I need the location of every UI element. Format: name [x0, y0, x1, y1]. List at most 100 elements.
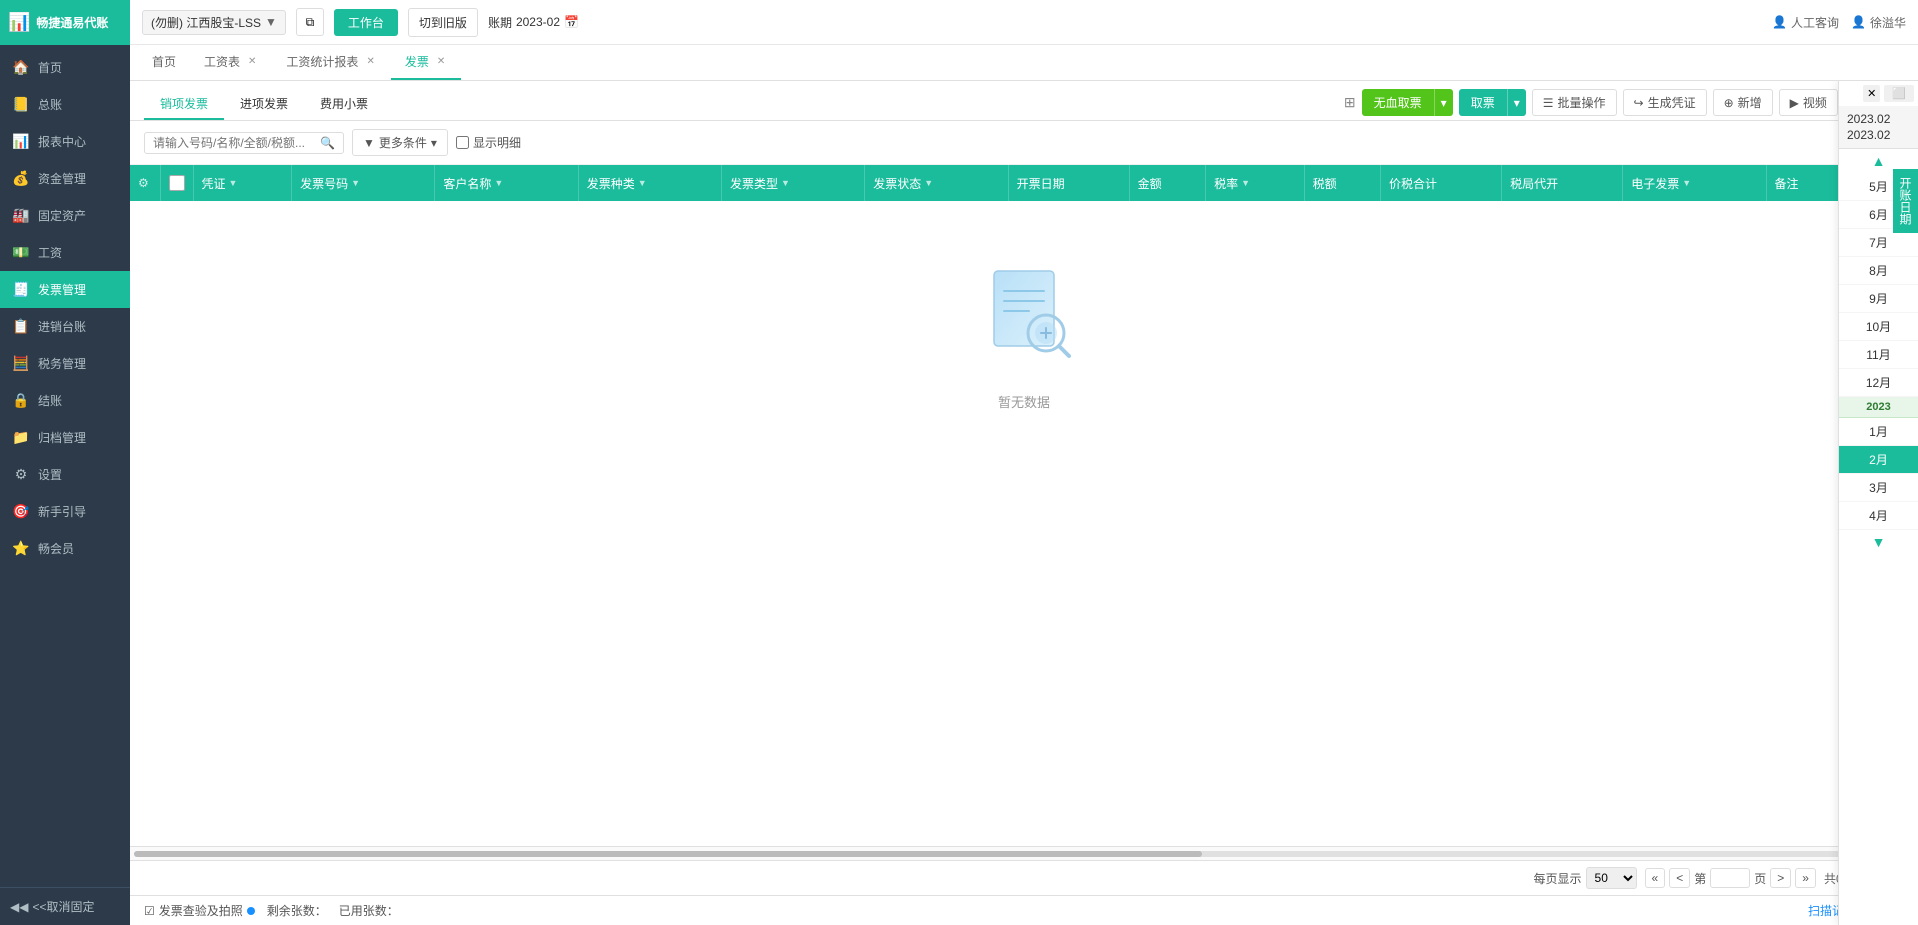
archive-icon: 📁 — [12, 429, 30, 446]
voucher-filter-icon[interactable]: ▼ — [229, 178, 238, 188]
invoice-table: ⚙ 凭证▼ 发票号码▼ 客户名称▼ — [130, 165, 1918, 201]
month-3[interactable]: 3月 — [1839, 474, 1918, 502]
col-settings-icon[interactable]: ⚙ — [138, 176, 149, 190]
sidebar-item-close-period[interactable]: 🔒 结账 — [0, 382, 130, 419]
customer-filter-icon[interactable]: ▼ — [494, 178, 503, 188]
date-panel-expand-btn[interactable]: ⬜ — [1884, 85, 1914, 102]
month-9[interactable]: 9月 — [1839, 285, 1918, 313]
no-match-ticket-btn[interactable]: 无血取票 — [1362, 89, 1434, 116]
next-page-btn[interactable]: > — [1770, 868, 1791, 888]
workspace-button[interactable]: 工作台 — [334, 9, 398, 36]
app-logo: 📊 畅捷通易代账 — [0, 0, 130, 45]
month-11[interactable]: 11月 — [1839, 341, 1918, 369]
home-icon: 🏠 — [12, 59, 30, 76]
tab-payroll-close[interactable]: ✕ — [246, 55, 258, 68]
more-filter-btn[interactable]: ▼ 更多条件 ▾ — [352, 129, 448, 156]
open-period-btn[interactable]: 开账日期 — [1893, 169, 1918, 233]
invoice-no-filter-icon[interactable]: ▼ — [351, 178, 360, 188]
subtab-purchase[interactable]: 进项发票 — [224, 89, 304, 120]
video-icon: ▶ — [1790, 96, 1799, 110]
select-all-checkbox[interactable] — [169, 175, 185, 191]
col-remark: 备注 — [1766, 165, 1842, 201]
sidebar-item-settings[interactable]: ⚙ 设置 — [0, 456, 130, 493]
search-input[interactable] — [153, 136, 316, 150]
month-4[interactable]: 4月 — [1839, 502, 1918, 530]
take-ticket-btn[interactable]: 取票 — [1459, 89, 1507, 116]
user-avatar[interactable]: 👤 徐溢华 — [1851, 14, 1906, 31]
first-page-btn[interactable]: « — [1645, 868, 1666, 888]
help-btn[interactable]: 👤 人工客询 — [1772, 14, 1839, 31]
sidebar-item-payroll[interactable]: 💵 工资 — [0, 234, 130, 271]
collapse-label: <<取消固定 — [32, 898, 94, 915]
take-ticket-dropdown[interactable]: ▾ — [1507, 89, 1526, 116]
tax-rate-filter-icon[interactable]: ▼ — [1241, 178, 1250, 188]
sidebar-item-home[interactable]: 🏠 首页 — [0, 49, 130, 86]
sidebar-collapse-btn[interactable]: ◀◀ <<取消固定 — [10, 898, 120, 915]
show-detail-checkbox[interactable] — [456, 136, 469, 149]
search-icon[interactable]: 🔍 — [320, 136, 335, 150]
tab-payroll-stat-close[interactable]: ✕ — [364, 55, 376, 68]
col-invoice-type: 发票种类▼ — [578, 165, 721, 201]
invoice-status-filter-icon[interactable]: ▼ — [924, 178, 933, 188]
sidebar-item-fixed-assets[interactable]: 🏭 固定资产 — [0, 197, 130, 234]
company-selector[interactable]: (勿删) 江西股宝-LSS ▼ — [142, 10, 286, 35]
collapse-icon: ◀◀ — [10, 900, 28, 914]
sidebar-item-funds[interactable]: 💰 资金管理 — [0, 160, 130, 197]
subtab-expense[interactable]: 费用小票 — [304, 89, 384, 120]
copy-icon-btn[interactable]: ⧉ — [296, 8, 324, 36]
batch-op-btn[interactable]: ☰ 批量操作 — [1532, 89, 1617, 116]
last-page-btn[interactable]: » — [1795, 868, 1816, 888]
sidebar-item-sales-ledger[interactable]: 📋 进销台账 — [0, 308, 130, 345]
subtabs: 销项发票 进项发票 费用小票 ⊞ 无血取票 ▾ 取票 ▾ ☰ 批量操作 — [130, 81, 1918, 121]
page-size-select[interactable]: 50 10 20 100 — [1586, 867, 1637, 889]
month-8[interactable]: 8月 — [1839, 257, 1918, 285]
month-12[interactable]: 12月 — [1839, 369, 1918, 397]
tab-home[interactable]: 首页 — [138, 45, 190, 80]
current-page-input[interactable]: 1 — [1710, 868, 1750, 888]
tab-invoice[interactable]: 发票 ✕ — [391, 45, 461, 80]
table-footer: 每页显示 50 10 20 100 « < 第 1 页 > » 共0页, 0条记… — [130, 860, 1918, 895]
gen-voucher-btn[interactable]: ↪ 生成凭证 — [1623, 89, 1707, 116]
tab-invoice-close[interactable]: ✕ — [435, 55, 447, 68]
tab-payroll[interactable]: 工资表 ✕ — [190, 45, 272, 80]
col-invoice-no-label: 发票号码▼ — [300, 175, 360, 192]
sidebar-item-archive[interactable]: 📁 归档管理 — [0, 419, 130, 456]
scroll-up-icon[interactable]: ▲ — [1872, 153, 1886, 169]
sidebar-item-reports[interactable]: 📊 报表中心 — [0, 123, 130, 160]
remain-item: 剩余张数： — [267, 902, 327, 919]
show-detail-check[interactable]: 显示明细 — [456, 134, 521, 151]
empty-state: 暂无数据 — [130, 201, 1918, 471]
grid-icon[interactable]: ⊞ — [1344, 94, 1356, 111]
batch-op-label: 批量操作 — [1558, 94, 1606, 111]
company-name: (勿删) 江西股宝-LSS — [151, 14, 261, 31]
new-btn[interactable]: ⊕ 新增 — [1713, 89, 1773, 116]
sidebar-item-ledger[interactable]: 📒 总账 — [0, 86, 130, 123]
sidebar-item-tax-mgmt[interactable]: 🧮 税务管理 — [0, 345, 130, 382]
prev-page-btn[interactable]: < — [1669, 868, 1690, 888]
month-2-active[interactable]: 2月 — [1839, 446, 1918, 474]
old-version-button[interactable]: 切到旧版 — [408, 8, 478, 37]
video-btn[interactable]: ▶ 视频 — [1779, 89, 1838, 116]
date-panel-close-btn[interactable]: ✕ — [1863, 85, 1880, 102]
month-10[interactable]: 10月 — [1839, 313, 1918, 341]
sidebar-item-membership[interactable]: ⭐ 畅会员 — [0, 530, 130, 567]
verify-dot — [247, 907, 255, 915]
month-7[interactable]: 7月 — [1839, 229, 1918, 257]
copy-icon: ⧉ — [306, 15, 315, 30]
reports-icon: 📊 — [12, 133, 30, 150]
membership-icon: ⭐ — [12, 540, 30, 557]
tab-payroll-stat[interactable]: 工资统计报表 ✕ — [272, 45, 390, 80]
sidebar-item-guide[interactable]: 🎯 新手引导 — [0, 493, 130, 530]
month-1[interactable]: 1月 — [1839, 418, 1918, 446]
invoice-category-filter-icon[interactable]: ▼ — [781, 178, 790, 188]
hscroll-thumb[interactable] — [134, 851, 1202, 857]
no-match-ticket-dropdown[interactable]: ▾ — [1434, 89, 1453, 116]
scroll-down-icon[interactable]: ▼ — [1872, 534, 1886, 550]
sidebar-item-invoice-mgmt[interactable]: 🧾 发票管理 — [0, 271, 130, 308]
col-amount-label: 金额 — [1138, 175, 1162, 192]
scroll-down-indicator: ▼ — [1839, 530, 1918, 554]
invoice-type-filter-icon[interactable]: ▼ — [638, 178, 647, 188]
subtab-sales[interactable]: 销项发票 — [144, 89, 224, 120]
e-invoice-filter-icon[interactable]: ▼ — [1682, 178, 1691, 188]
col-settings[interactable]: ⚙ — [130, 165, 160, 201]
